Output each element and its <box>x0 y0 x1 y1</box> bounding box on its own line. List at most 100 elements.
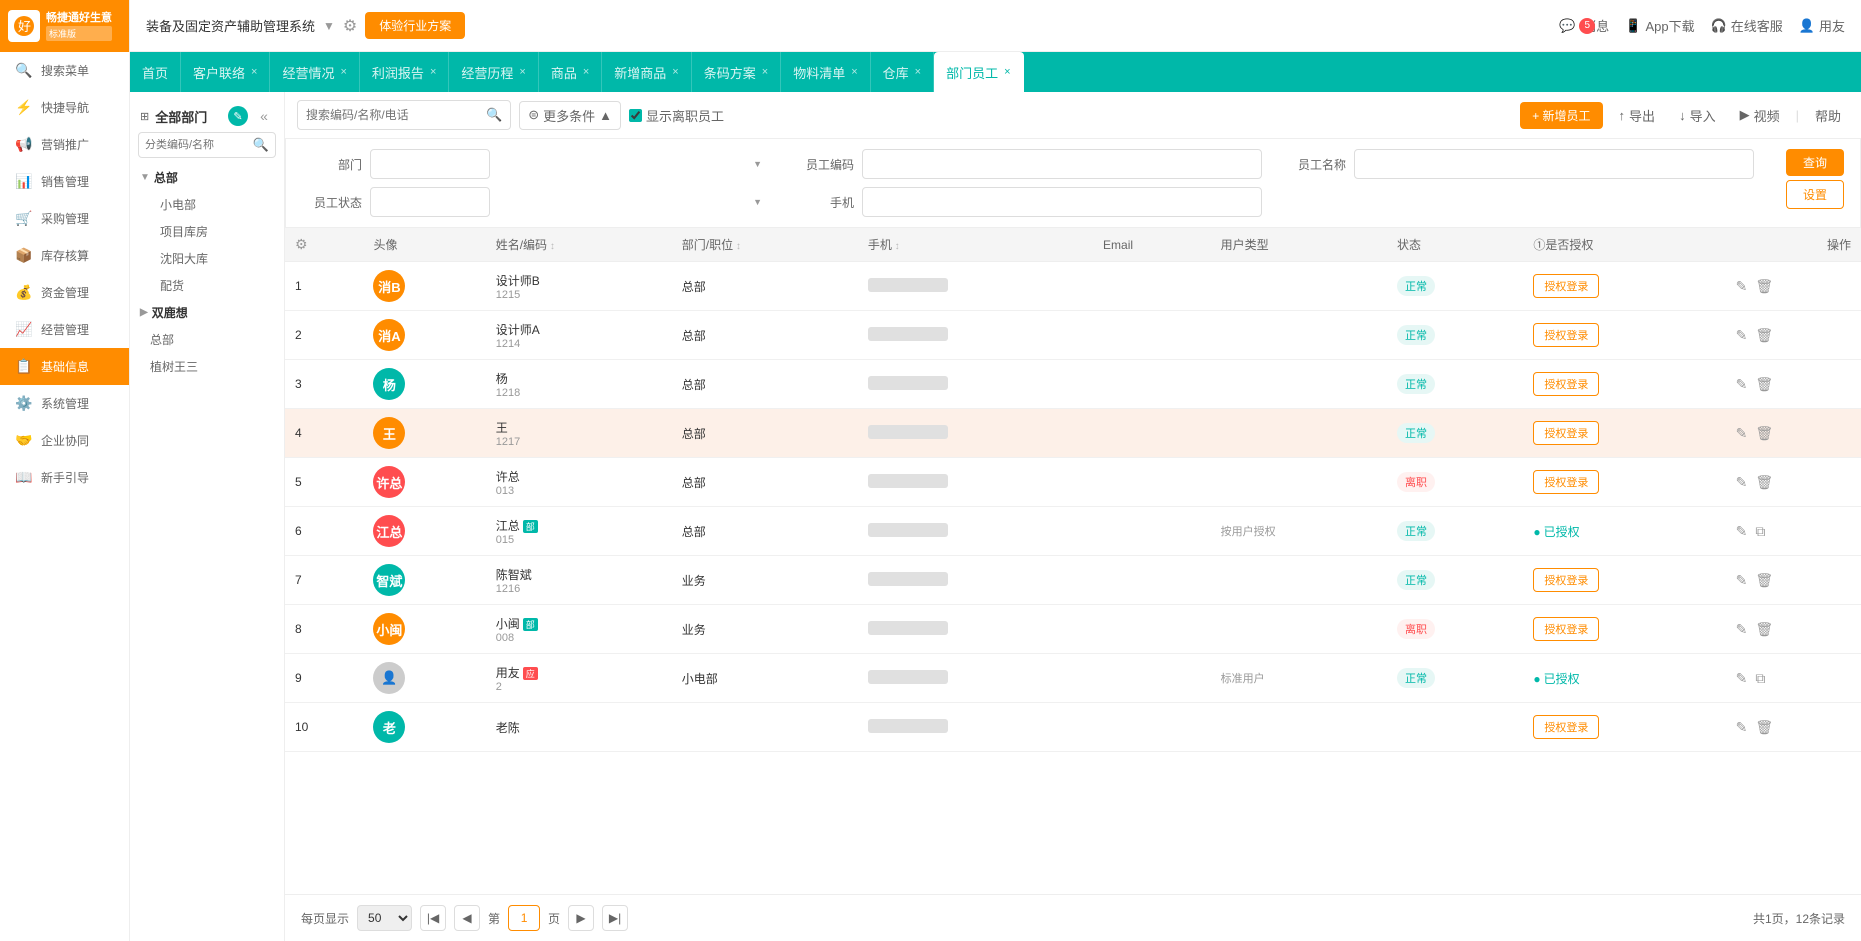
delete-icon-8[interactable]: 🗑 <box>1755 621 1773 638</box>
more-conditions-btn[interactable]: ⊜ 更多条件 ▲ <box>519 101 621 130</box>
edit-icon-6[interactable]: ✎ <box>1736 523 1748 540</box>
auth-btn-10[interactable]: 授权登录 <box>1533 715 1599 739</box>
auth-btn-7[interactable]: 授权登录 <box>1533 568 1599 592</box>
import-btn[interactable]: ↓ 导入 <box>1671 102 1724 129</box>
tab-home[interactable]: 首页 <box>130 52 181 92</box>
edit-icon-8[interactable]: ✎ <box>1736 621 1748 638</box>
tab-profit-close[interactable]: × <box>430 66 436 78</box>
tab-new-goods[interactable]: 新增商品× <box>602 52 691 92</box>
delete-icon-3[interactable]: 🗑 <box>1755 376 1773 393</box>
auth-btn-5[interactable]: 授权登录 <box>1533 470 1599 494</box>
auth-btn-1[interactable]: 授权登录 <box>1533 274 1599 298</box>
dept-item-xmkf[interactable]: 项目库房 <box>130 218 284 245</box>
tab-profit[interactable]: 利润报告× <box>360 52 449 92</box>
edit-icon-9[interactable]: ✎ <box>1736 670 1748 687</box>
delete-icon-7[interactable]: 🗑 <box>1755 572 1773 589</box>
delete-icon-5[interactable]: 🗑 <box>1755 474 1773 491</box>
col-settings[interactable]: ⚙ <box>285 228 363 262</box>
auth-btn-3[interactable]: 授权登录 <box>1533 372 1599 396</box>
search-input[interactable] <box>306 108 486 122</box>
dept-search-icon[interactable]: 🔍 <box>253 137 269 153</box>
col-phone[interactable]: 手机 <box>858 228 1093 262</box>
last-page-btn[interactable]: ▶| <box>602 905 628 931</box>
query-button[interactable]: 查询 <box>1786 149 1844 176</box>
sidebar-item-operations[interactable]: 📈经营管理 <box>0 311 129 348</box>
tab-goods[interactable]: 商品× <box>539 52 602 92</box>
copy-icon-9[interactable]: ⧉ <box>1755 670 1765 687</box>
sidebar-item-collab[interactable]: 🤝企业协同 <box>0 422 129 459</box>
settings-icon[interactable]: ⚙ <box>295 236 308 252</box>
edit-icon-2[interactable]: ✎ <box>1736 327 1748 344</box>
tab-history-close[interactable]: × <box>519 66 525 78</box>
edit-icon-4[interactable]: ✎ <box>1736 425 1748 442</box>
video-btn[interactable]: ▶ 视频 <box>1732 102 1788 129</box>
auth-btn-8[interactable]: 授权登录 <box>1533 617 1599 641</box>
emp-code-input[interactable] <box>862 149 1262 179</box>
sidebar-item-system[interactable]: ⚙️系统管理 <box>0 385 129 422</box>
tab-barcode[interactable]: 条码方案× <box>692 52 781 92</box>
tab-warehouse-close[interactable]: × <box>915 66 921 78</box>
col-dept-position[interactable]: 部门/职位 <box>672 228 858 262</box>
tab-history[interactable]: 经营历程× <box>449 52 538 92</box>
dept-group-zongbu[interactable]: ▼ 总部 <box>130 164 284 191</box>
dept-item-peihuo[interactable]: 配货 <box>130 272 284 299</box>
show-resigned-checkbox[interactable] <box>629 109 642 122</box>
dept-tree-collapse-icon[interactable]: « <box>254 106 274 126</box>
tab-goods-close[interactable]: × <box>583 66 589 78</box>
trial-button[interactable]: 体验行业方案 <box>365 12 465 39</box>
sidebar-item-search[interactable]: 🔍搜索菜单 <box>0 52 129 89</box>
auth-btn-2[interactable]: 授权登录 <box>1533 323 1599 347</box>
sidebar-item-basic-info[interactable]: 📋基础信息 <box>0 348 129 385</box>
dept-select[interactable] <box>370 149 490 179</box>
tab-bom-close[interactable]: × <box>851 66 857 78</box>
tab-barcode-close[interactable]: × <box>762 66 768 78</box>
copy-icon-6[interactable]: ⧉ <box>1755 523 1765 540</box>
dept-edit-icon[interactable]: ✎ <box>228 106 248 126</box>
search-submit-icon[interactable]: 🔍 <box>486 107 502 123</box>
emp-name-input[interactable] <box>1354 149 1754 179</box>
prev-page-btn[interactable]: ◀ <box>454 905 480 931</box>
tab-customer[interactable]: 客户联络× <box>181 52 270 92</box>
edit-icon-7[interactable]: ✎ <box>1736 572 1748 589</box>
delete-icon-4[interactable]: 🗑 <box>1755 425 1773 442</box>
sidebar-item-purchase[interactable]: 🛒采购管理 <box>0 200 129 237</box>
sidebar-item-finance[interactable]: 💰资金管理 <box>0 274 129 311</box>
first-page-btn[interactable]: |◀ <box>420 905 446 931</box>
sidebar-item-quicknav[interactable]: ⚡快捷导航 <box>0 89 129 126</box>
tab-employees[interactable]: 部门员工× <box>934 52 1023 92</box>
tab-warehouse[interactable]: 仓库× <box>871 52 934 92</box>
set-button[interactable]: 设置 <box>1786 180 1844 209</box>
sidebar-item-sales[interactable]: 📊销售管理 <box>0 163 129 200</box>
help-btn[interactable]: 帮助 <box>1807 102 1849 129</box>
app-title-dropdown[interactable]: ▼ <box>323 19 335 33</box>
dept-item-zhishu[interactable]: 植树王三 <box>130 353 284 380</box>
user-menu[interactable]: 👤 用友 <box>1799 16 1845 35</box>
delete-icon-10[interactable]: 🗑 <box>1755 719 1773 736</box>
export-btn[interactable]: ↑ 导出 <box>1611 102 1664 129</box>
col-name-code[interactable]: 姓名/编码 <box>486 228 672 262</box>
sidebar-item-marketing[interactable]: 📢营销推广 <box>0 126 129 163</box>
sidebar-item-guide[interactable]: 📖新手引导 <box>0 459 129 496</box>
sidebar-item-inventory[interactable]: 📦库存核算 <box>0 237 129 274</box>
edit-icon-10[interactable]: ✎ <box>1736 719 1748 736</box>
add-employee-button[interactable]: + 新增员工 <box>1520 102 1602 129</box>
tab-customer-close[interactable]: × <box>251 66 257 78</box>
edit-icon-5[interactable]: ✎ <box>1736 474 1748 491</box>
dept-search-input[interactable] <box>145 139 253 151</box>
app-download-action[interactable]: 📱 App下载 <box>1625 16 1694 35</box>
per-page-select[interactable]: 50 20 100 <box>357 905 412 931</box>
dept-group-shuanglu[interactable]: ▶ 双鹿想 <box>130 299 284 326</box>
gear-icon[interactable]: ⚙ <box>343 16 357 36</box>
status-select[interactable] <box>370 187 490 217</box>
edit-icon-1[interactable]: ✎ <box>1736 278 1748 295</box>
tab-bom[interactable]: 物料清单× <box>781 52 870 92</box>
dept-item-xiaodibu[interactable]: 小电部 <box>130 191 284 218</box>
delete-icon-1[interactable]: 🗑 <box>1755 278 1773 295</box>
show-resigned-toggle[interactable]: 显示离职员工 <box>629 106 724 125</box>
next-page-btn[interactable]: ▶ <box>568 905 594 931</box>
auth-btn-4[interactable]: 授权登录 <box>1533 421 1599 445</box>
dept-item-zongbu2[interactable]: 总部 <box>130 326 284 353</box>
tab-operation[interactable]: 经营情况× <box>270 52 359 92</box>
online-service-action[interactable]: 🎧 在线客服 <box>1711 16 1783 35</box>
tab-employees-close[interactable]: × <box>1004 66 1010 78</box>
